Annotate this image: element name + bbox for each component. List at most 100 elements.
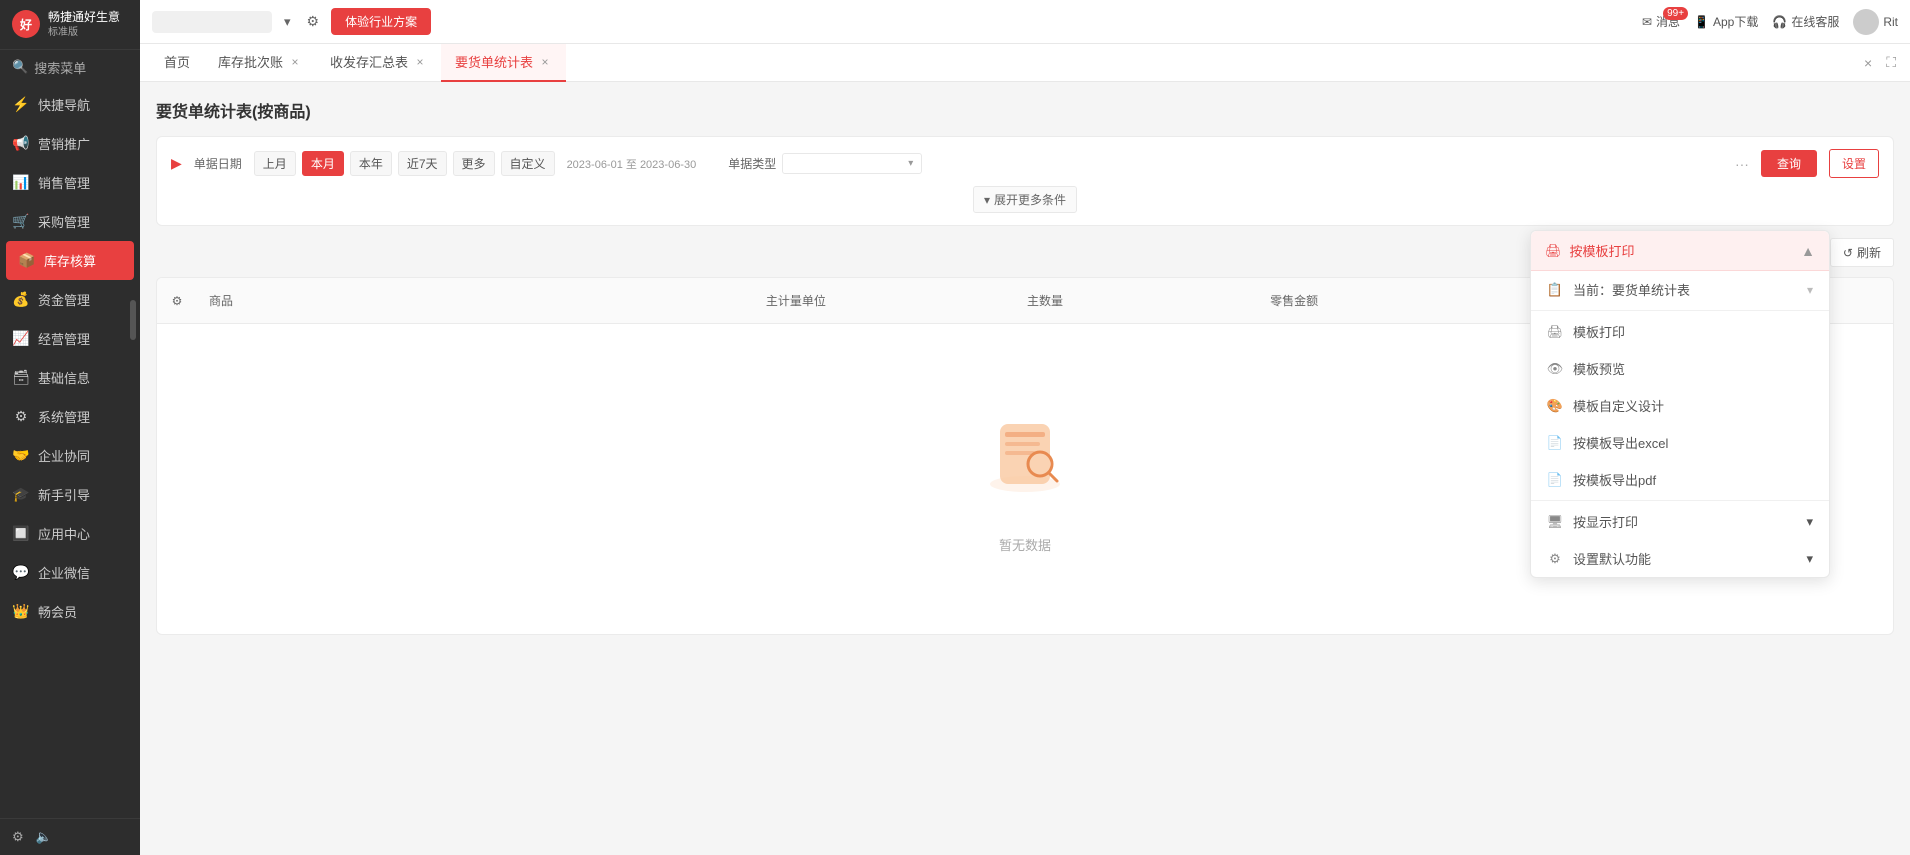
app-download-button[interactable]: 📱 App下载 — [1694, 13, 1758, 30]
order-type-select[interactable]: ▾ — [782, 153, 922, 174]
breadcrumb-dropdown[interactable]: ▾ — [280, 10, 295, 34]
sidebar-item-wechat[interactable]: 💬 企业微信 — [0, 553, 140, 592]
th-quantity: 主数量 — [920, 286, 1169, 315]
sidebar-item-inventory[interactable]: 📦 库存核算 — [6, 241, 134, 280]
date-btn-prev-month[interactable]: 上月 — [254, 151, 296, 176]
app-logo: 好 畅捷通好生意 标准版 — [0, 0, 140, 50]
tab-bar: 首页库存批次账×收发存汇总表×要货单统计表× × ⛶ — [140, 44, 1910, 82]
export-pdf-icon: 📄 — [1547, 472, 1563, 488]
online-service-button[interactable]: 🎧 在线客服 — [1772, 13, 1839, 30]
nav-icon-marketing: 📢 — [12, 134, 30, 152]
filter-expand-row: ▾ 展开更多条件 — [171, 186, 1879, 213]
tab-close-receivable-summary[interactable]: × — [413, 55, 427, 69]
filter-toggle-icon[interactable]: ▶ — [171, 155, 182, 172]
refresh-icon: ↺ — [1843, 246, 1853, 260]
messages-button[interactable]: ✉ 消息 99+ — [1642, 13, 1680, 30]
speaker-icon[interactable]: 🔈 — [36, 829, 52, 845]
dropdown-export-excel[interactable]: 📄 按模板导出excel — [1531, 424, 1829, 461]
expand-more-button[interactable]: ▾ 展开更多条件 — [973, 186, 1077, 213]
tab-batch-account[interactable]: 库存批次账 × — [204, 44, 316, 82]
date-btn-more[interactable]: 更多 — [453, 151, 495, 176]
nav-label-enterprise: 企业协同 — [38, 446, 90, 465]
dropdown-export-pdf[interactable]: 📄 按模板导出pdf — [1531, 461, 1829, 498]
sidebar: 好 畅捷通好生意 标准版 🔍 搜索菜单 ⚡ 快捷导航📢 营销推广📊 销售管理🛒 … — [0, 0, 140, 855]
search-icon: 🔍 — [12, 59, 28, 75]
sidebar-item-member[interactable]: 👑 畅会员 — [0, 592, 140, 631]
dropdown-template-design[interactable]: 🎨 模板自定义设计 — [1531, 387, 1829, 424]
sidebar-item-guide[interactable]: 🎓 新手引导 — [0, 475, 140, 514]
template-design-icon: 🎨 — [1547, 398, 1563, 414]
avatar-image — [1853, 9, 1879, 35]
sidebar-item-finance[interactable]: 💰 资金管理 — [0, 280, 140, 319]
date-btn-current-month[interactable]: 本月 — [302, 151, 344, 176]
dropdown-template-print[interactable]: 🖨 模板打印 — [1531, 313, 1829, 350]
try-industry-button[interactable]: 体验行业方案 — [331, 8, 431, 35]
sidebar-item-apps[interactable]: 🔲 应用中心 — [0, 514, 140, 553]
tab-close-order-summary[interactable]: × — [538, 55, 552, 69]
sidebar-scroll-thumb — [130, 300, 136, 340]
filter-bar: ▶ 单据日期 上月本月本年近7天更多自定义 2023-06-01 至 2023-… — [156, 136, 1894, 226]
topbar-right: ✉ 消息 99+ 📱 App下载 🎧 在线客服 Rit — [1642, 9, 1898, 35]
maximize-button[interactable]: ⛶ — [1882, 50, 1900, 75]
sidebar-item-purchase[interactable]: 🛒 采购管理 — [0, 202, 140, 241]
sidebar-item-operation[interactable]: 📈 经营管理 — [0, 319, 140, 358]
sidebar-item-enterprise[interactable]: 🤝 企业协同 — [0, 436, 140, 475]
refresh-button[interactable]: ↺ 刷新 — [1830, 238, 1894, 267]
tab-receivable-summary[interactable]: 收发存汇总表× — [316, 44, 441, 82]
nav-icon-sales: 📊 — [12, 173, 30, 191]
date-btn-last-7-days[interactable]: 近7天 — [398, 151, 447, 176]
main-area: ▾ ⚙ 体验行业方案 ✉ 消息 99+ 📱 App下载 🎧 在线客服 Rit — [140, 0, 1910, 855]
sidebar-item-basic[interactable]: 🗃 基础信息 — [0, 358, 140, 397]
breadcrumb-input[interactable] — [152, 11, 272, 33]
nav-icon-wechat: 💬 — [12, 563, 30, 581]
nav-icon-system: ⚙ — [12, 407, 30, 425]
logo-icon: 好 — [12, 10, 40, 38]
close-tab-button[interactable]: × — [1860, 50, 1876, 75]
settings-button[interactable]: 设置 — [1829, 149, 1879, 178]
tab-close-batch-account[interactable]: × — [288, 55, 302, 69]
th-settings[interactable]: ⚙ — [157, 288, 197, 314]
nav-label-basic: 基础信息 — [38, 368, 90, 387]
topbar-gear-icon[interactable]: ⚙ — [303, 9, 324, 34]
tab-label-batch-account: 库存批次账 — [218, 52, 283, 71]
topbar: ▾ ⚙ 体验行业方案 ✉ 消息 99+ 📱 App下载 🎧 在线客服 Rit — [140, 0, 1910, 44]
dropdown-set-default[interactable]: ⚙ 设置默认功能 ▾ — [1531, 540, 1829, 577]
search-menu[interactable]: 🔍 搜索菜单 — [0, 50, 140, 85]
th-unit: 主计量单位 — [671, 286, 920, 315]
empty-text: 暂无数据 — [999, 535, 1051, 554]
tab-home[interactable]: 首页 — [150, 44, 204, 82]
download-icon: 📱 — [1694, 15, 1709, 29]
sidebar-nav: ⚡ 快捷导航📢 营销推广📊 销售管理🛒 采购管理📦 库存核算💰 资金管理📈 经营… — [0, 85, 140, 818]
nav-label-system: 系统管理 — [38, 407, 90, 426]
display-print-arrow: ▾ — [1806, 514, 1813, 530]
sidebar-item-quick-nav[interactable]: ⚡ 快捷导航 — [0, 85, 140, 124]
dropdown-template-preview[interactable]: 👁 模板预览 — [1531, 350, 1829, 387]
divider-1 — [1531, 310, 1829, 311]
date-btn-custom[interactable]: 自定义 — [501, 151, 555, 176]
logo-text: 畅捷通好生意 标准版 — [48, 10, 120, 39]
sidebar-item-marketing[interactable]: 📢 营销推广 — [0, 124, 140, 163]
tab-order-summary[interactable]: 要货单统计表× — [441, 44, 566, 82]
nav-label-apps: 应用中心 — [38, 524, 90, 543]
print-dropdown-menu: 🖨 按模板打印 ▲ 📋 当前：要货单统计表 ▾ 🖨 模板打印 👁 模板预览 � — [1530, 230, 1830, 578]
tab-label-home: 首页 — [164, 52, 190, 71]
user-avatar[interactable]: Rit — [1853, 9, 1898, 35]
more-options-icon[interactable]: ··· — [1735, 156, 1749, 172]
date-range-text: 2023-06-01 至 2023-06-30 — [567, 156, 697, 172]
dropdown-current-template[interactable]: 📋 当前：要货单统计表 ▾ — [1531, 271, 1829, 308]
nav-icon-basic: 🗃 — [12, 368, 30, 386]
current-template-icon: 📋 — [1547, 282, 1563, 298]
nav-icon-operation: 📈 — [12, 329, 30, 347]
nav-label-member: 畅会员 — [38, 602, 77, 621]
query-button[interactable]: 查询 — [1761, 150, 1817, 177]
sidebar-item-system[interactable]: ⚙ 系统管理 — [0, 397, 140, 436]
th-goods: 商品 — [197, 286, 671, 315]
date-btn-current-year[interactable]: 本年 — [350, 151, 392, 176]
nav-label-quick-nav: 快捷导航 — [38, 95, 90, 114]
settings-icon[interactable]: ⚙ — [12, 829, 24, 845]
dropdown-display-print[interactable]: 🖥 按显示打印 ▾ — [1531, 503, 1829, 540]
sidebar-item-sales[interactable]: 📊 销售管理 — [0, 163, 140, 202]
tab-actions: × ⛶ — [1860, 50, 1900, 75]
export-excel-icon: 📄 — [1547, 435, 1563, 451]
dropdown-close-button[interactable]: ▲ — [1801, 243, 1815, 259]
